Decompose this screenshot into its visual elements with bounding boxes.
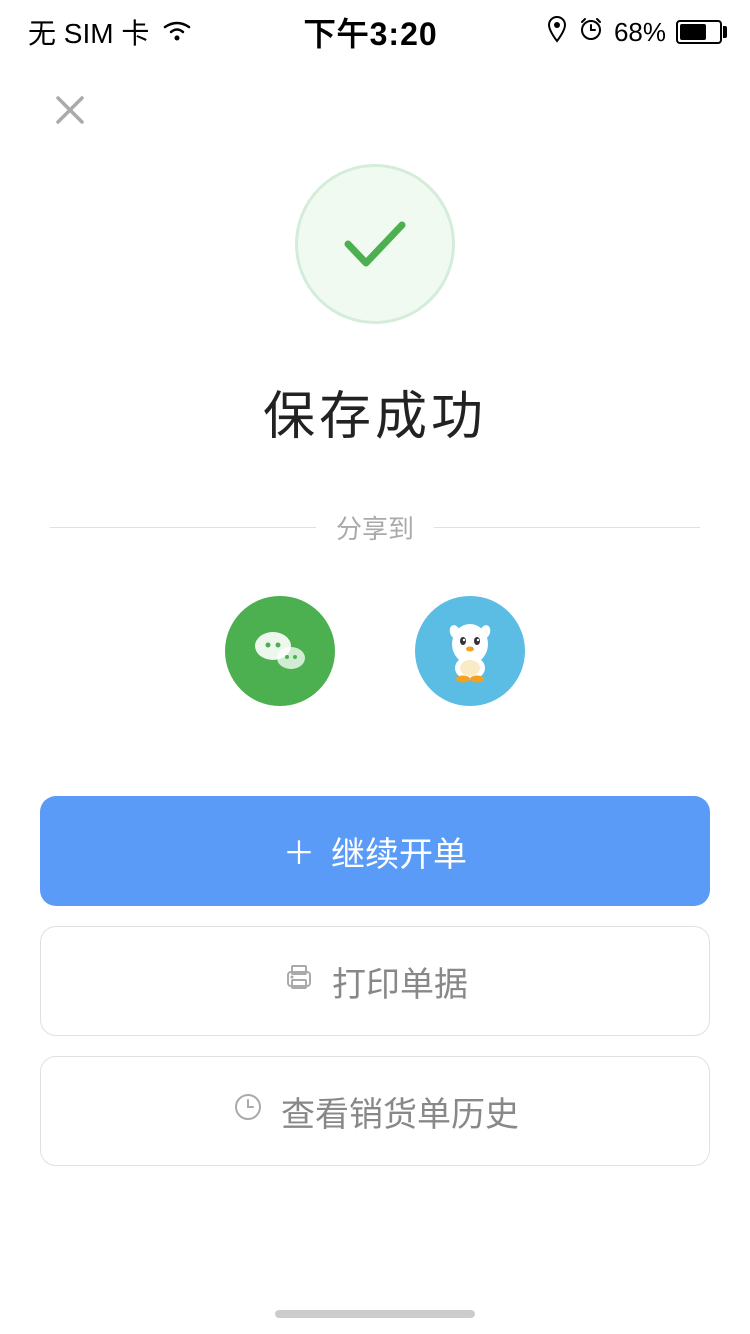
status-bar: 无 SIM 卡 下午3:20 68% [0, 0, 750, 64]
print-icon [282, 960, 316, 1002]
home-indicator [275, 1310, 475, 1318]
status-time: 下午3:20 [304, 9, 438, 55]
location-icon [546, 15, 568, 50]
battery-percentage: 68% [614, 17, 666, 48]
print-button[interactable]: 打印单据 [40, 926, 710, 1036]
divider-line-right [434, 527, 700, 528]
wechat-icon [247, 622, 313, 680]
divider-line-left [50, 527, 316, 528]
history-label: 查看销货单历史 [281, 1087, 519, 1136]
carrier-text: 无 SIM 卡 [28, 12, 149, 52]
main-content: 保存成功 分享到 [0, 64, 750, 1166]
history-button[interactable]: 查看销货单历史 [40, 1056, 710, 1166]
battery-icon [676, 20, 722, 44]
close-button[interactable] [40, 80, 100, 140]
status-right: 68% [546, 15, 722, 50]
alarm-icon [578, 15, 604, 50]
checkmark-icon [330, 199, 420, 289]
status-left: 无 SIM 卡 [28, 12, 195, 52]
success-icon-circle [295, 164, 455, 324]
wifi-icon [159, 15, 195, 50]
clock-icon [231, 1090, 265, 1132]
continue-order-label: 继续开单 [331, 827, 467, 876]
success-title: 保存成功 [263, 374, 487, 449]
action-buttons: ＋ 继续开单 打印单据 查看销货单历史 [0, 796, 750, 1166]
continue-order-button[interactable]: ＋ 继续开单 [40, 796, 710, 906]
print-label: 打印单据 [332, 957, 468, 1006]
qq-icon [437, 616, 503, 686]
qq-share-button[interactable] [415, 596, 525, 706]
plus-icon: ＋ [283, 828, 315, 874]
share-section: 分享到 [0, 509, 750, 706]
wechat-share-button[interactable] [225, 596, 335, 706]
share-icons-row [50, 596, 700, 706]
share-label: 分享到 [336, 509, 414, 546]
share-divider: 分享到 [50, 509, 700, 546]
